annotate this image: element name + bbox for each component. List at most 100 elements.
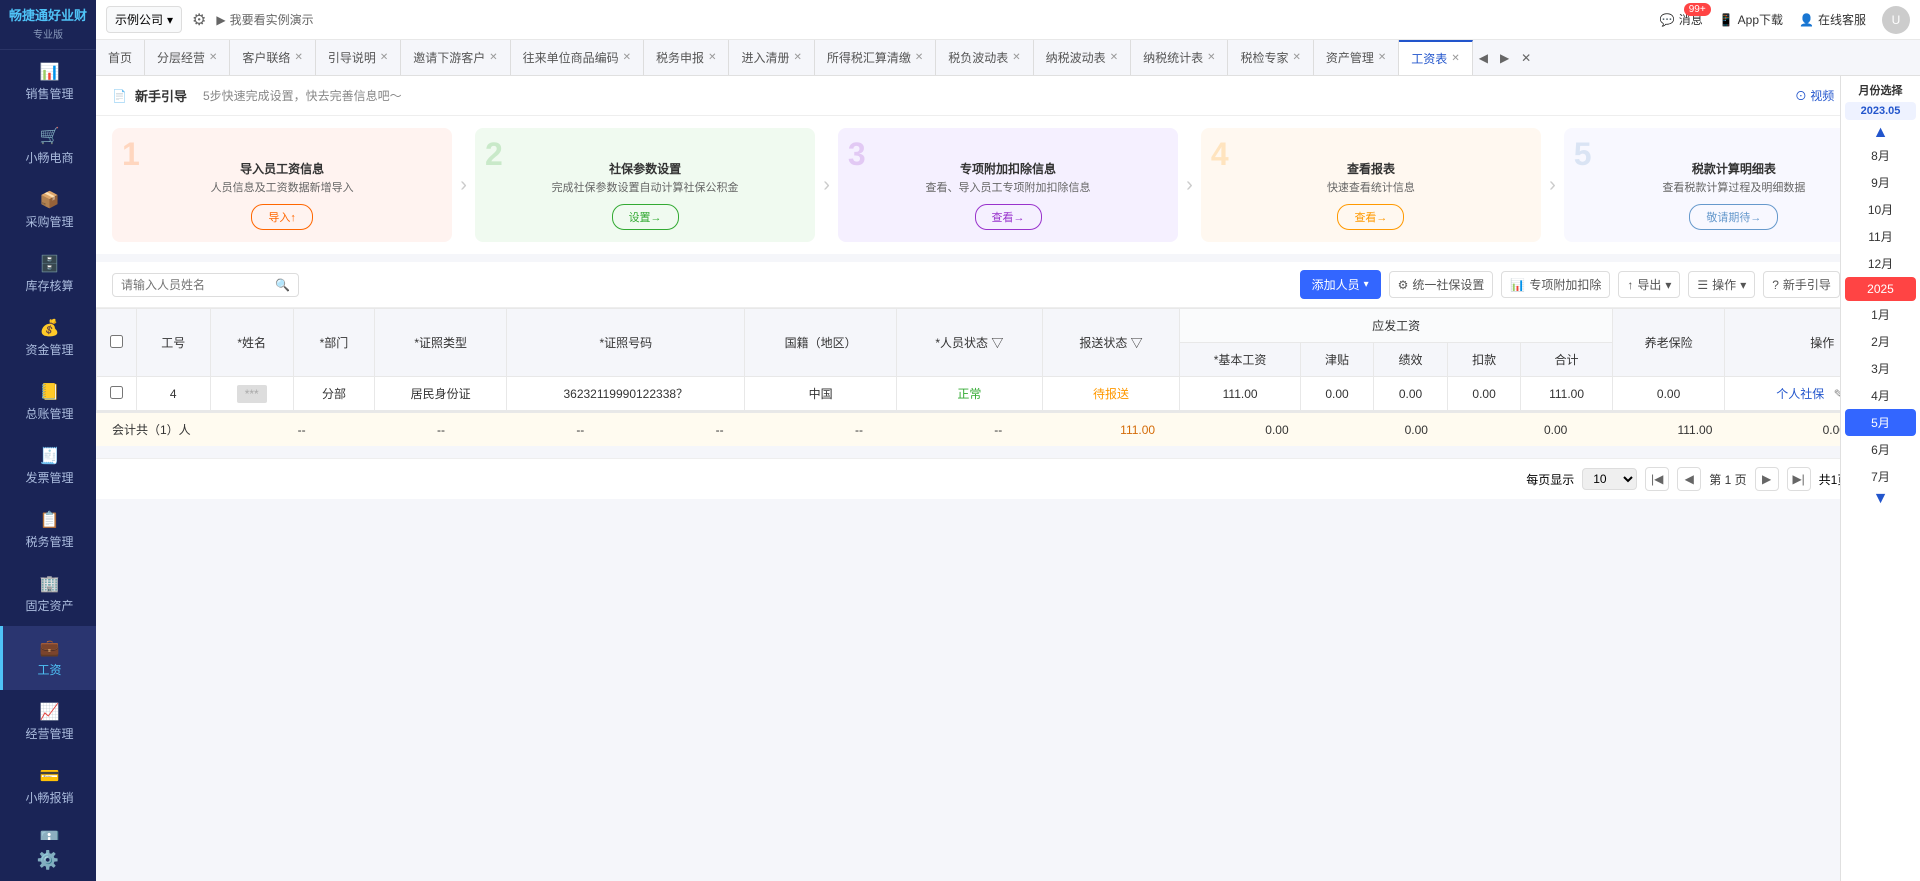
tab-wage-table-close[interactable]: ✕ <box>1451 53 1459 64</box>
sidebar-item-invoice[interactable]: 🧾 发票管理 <box>0 434 96 498</box>
guide-video-link[interactable]: ⊙ 视频 <box>1795 87 1834 104</box>
sidebar-item-tax[interactable]: 📋 税务管理 <box>0 498 96 562</box>
page-next-button[interactable]: ▶ <box>1755 467 1779 491</box>
tab-nav-next[interactable]: ▶ <box>1494 40 1515 76</box>
tab-income-tax-close[interactable]: ✕ <box>915 52 923 63</box>
step-title-3: 专项附加扣除信息 <box>960 160 1056 177</box>
month-item-5-active[interactable]: 5月 <box>1845 409 1916 436</box>
tab-customer[interactable]: 客户联络 ✕ <box>230 40 315 76</box>
month-item-10[interactable]: 10月 <box>1845 196 1916 223</box>
sidebar-item-basic[interactable]: ℹ️ 基础信息 <box>0 818 96 840</box>
month-item-11[interactable]: 11月 <box>1845 223 1916 250</box>
tab-assets-mgmt[interactable]: 资产管理 ✕ <box>1314 40 1399 76</box>
month-item-1[interactable]: 1月 <box>1845 301 1916 328</box>
horizontal-scrollbar[interactable] <box>96 446 1920 458</box>
month-item-7[interactable]: 7月 <box>1845 463 1916 490</box>
tab-tax-expert[interactable]: 税检专家 ✕ <box>1228 40 1313 76</box>
step-btn-5[interactable]: 敬请期待→ <box>1689 204 1778 230</box>
notification-button[interactable]: 💬 消息 99+ <box>1660 11 1703 28</box>
step-btn-2[interactable]: 设置→ <box>612 204 679 230</box>
page-size-select[interactable]: 10 20 50 100 <box>1582 468 1637 490</box>
month-scroll-down-button[interactable]: ▼ <box>1873 490 1889 508</box>
sidebar-settings-icon[interactable]: ⚙️ <box>37 850 59 870</box>
search-input[interactable] <box>121 278 271 292</box>
tab-guide-intro-close[interactable]: ✕ <box>380 52 388 63</box>
table-footer: 会计共（1）人 -- -- -- -- -- -- 111.00 0.00 0.… <box>96 411 1920 446</box>
tab-customer-close[interactable]: ✕ <box>294 52 302 63</box>
user-avatar[interactable]: U <box>1882 6 1910 34</box>
demo-link[interactable]: ▶ 我要看实例演示 <box>216 11 313 28</box>
online-service-button[interactable]: 👤 在线客服 <box>1799 11 1866 28</box>
step-title-1: 导入员工资信息 <box>240 160 324 177</box>
tab-clearance-close[interactable]: ✕ <box>793 52 801 63</box>
tab-tax-count-close[interactable]: ✕ <box>1207 52 1215 63</box>
sidebar-item-assets[interactable]: 🏢 固定资产 <box>0 562 96 626</box>
sidebar-item-operations[interactable]: 📈 经营管理 <box>0 690 96 754</box>
sidebar-item-label: 发票管理 <box>25 469 73 486</box>
month-item-8[interactable]: 8月 <box>1845 142 1916 169</box>
month-item-3[interactable]: 3月 <box>1845 355 1916 382</box>
special-deduction-button[interactable]: 📊 专项附加扣除 <box>1501 271 1610 298</box>
select-all-checkbox[interactable] <box>110 335 123 348</box>
topbar-settings-icon[interactable]: ⚙ <box>188 6 210 34</box>
tab-partition[interactable]: 分层经营 ✕ <box>145 40 230 76</box>
report-filter-icon[interactable]: ▽ <box>1131 336 1143 350</box>
search-icon[interactable]: 🔍 <box>275 278 290 292</box>
tab-tax-report-close[interactable]: ✕ <box>708 52 716 63</box>
month-item-12[interactable]: 12月 <box>1845 250 1916 277</box>
tab-tax-count[interactable]: 纳税统计表 ✕ <box>1131 40 1228 76</box>
tab-invite[interactable]: 邀请下游客户 ✕ <box>401 40 510 76</box>
year-display[interactable]: 2023.05 <box>1845 102 1916 120</box>
add-employee-button[interactable]: 添加人员 ▾ <box>1300 270 1381 299</box>
month-item-2[interactable]: 2月 <box>1845 328 1916 355</box>
tab-wage-table[interactable]: 工资表 ✕ <box>1399 40 1472 76</box>
month-item-4[interactable]: 4月 <box>1845 382 1916 409</box>
tab-income-tax[interactable]: 所得税汇算清缴 ✕ <box>815 40 936 76</box>
tab-tax-exemption-close[interactable]: ✕ <box>1012 52 1020 63</box>
page-first-button[interactable]: |◀ <box>1645 467 1669 491</box>
unified-settings-button[interactable]: ⚙ 统一社保设置 <box>1389 271 1494 298</box>
tab-invite-close[interactable]: ✕ <box>489 52 497 63</box>
app-download-button[interactable]: 📱 App下载 <box>1719 11 1783 28</box>
month-scroll-up-button[interactable]: ▲ <box>1873 124 1889 142</box>
sidebar-item-xiaochang[interactable]: 💳 小畅报销 <box>0 754 96 818</box>
step-btn-4[interactable]: 查看→ <box>1337 204 1404 230</box>
tab-unit-product-close[interactable]: ✕ <box>623 52 631 63</box>
tab-clearance[interactable]: 进入清册 ✕ <box>729 40 814 76</box>
page-prev-button[interactable]: ◀ <box>1677 467 1701 491</box>
row-checkbox[interactable] <box>110 386 123 399</box>
tab-guide-intro[interactable]: 引导说明 ✕ <box>316 40 401 76</box>
sidebar-item-finance[interactable]: 💰 资金管理 <box>0 306 96 370</box>
tab-partition-close[interactable]: ✕ <box>209 52 217 63</box>
sidebar-item-wage[interactable]: 💼 工资 <box>0 626 96 690</box>
personal-insurance-link[interactable]: 个人社保 <box>1776 387 1824 401</box>
step-btn-1[interactable]: 导入↑ <box>251 204 313 230</box>
operations-button[interactable]: ☰ 操作 ▾ <box>1688 271 1755 298</box>
tab-home[interactable]: 首页 <box>96 40 145 76</box>
guide-banner: 📄 新手引导 5步快速完成设置，快去完善信息吧～ ⊙ 视频 ? 帮助 ✕ <box>96 76 1920 116</box>
sidebar-item-purchase[interactable]: 📦 采购管理 <box>0 178 96 242</box>
sidebar-item-ledger[interactable]: 📒 总账管理 <box>0 370 96 434</box>
status-filter-icon[interactable]: ▽ <box>991 336 1003 350</box>
tab-tax-expert-close[interactable]: ✕ <box>1293 52 1301 63</box>
new-guide-button[interactable]: ? 新手引导 <box>1763 271 1840 298</box>
guide-banner-title: 新手引导 <box>135 86 187 105</box>
export-button[interactable]: ↑ 导出 ▾ <box>1618 271 1680 298</box>
page-last-button[interactable]: ▶| <box>1787 467 1811 491</box>
year-badge[interactable]: 2025 <box>1845 277 1916 301</box>
tab-assets-mgmt-close[interactable]: ✕ <box>1378 52 1386 63</box>
sidebar-item-ecommerce[interactable]: 🛒 小畅电商 <box>0 114 96 178</box>
tab-unit-product[interactable]: 往来单位商品编码 ✕ <box>511 40 644 76</box>
month-item-9[interactable]: 9月 <box>1845 169 1916 196</box>
tab-tax-stats-close[interactable]: ✕ <box>1110 52 1118 63</box>
tab-tax-exemption[interactable]: 税负波动表 ✕ <box>936 40 1033 76</box>
tab-tax-report[interactable]: 税务申报 ✕ <box>644 40 729 76</box>
sidebar-item-inventory[interactable]: 🗄️ 库存核算 <box>0 242 96 306</box>
tab-nav-prev[interactable]: ◀ <box>1473 40 1494 76</box>
month-item-6[interactable]: 6月 <box>1845 436 1916 463</box>
step-btn-3[interactable]: 查看→ <box>975 204 1042 230</box>
tab-tax-stats[interactable]: 纳税波动表 ✕ <box>1034 40 1131 76</box>
company-selector[interactable]: 示例公司 ▾ <box>106 6 182 33</box>
sidebar-item-sales[interactable]: 📊 销售管理 <box>0 50 96 114</box>
tab-nav-close-all[interactable]: ✕ <box>1515 40 1537 76</box>
